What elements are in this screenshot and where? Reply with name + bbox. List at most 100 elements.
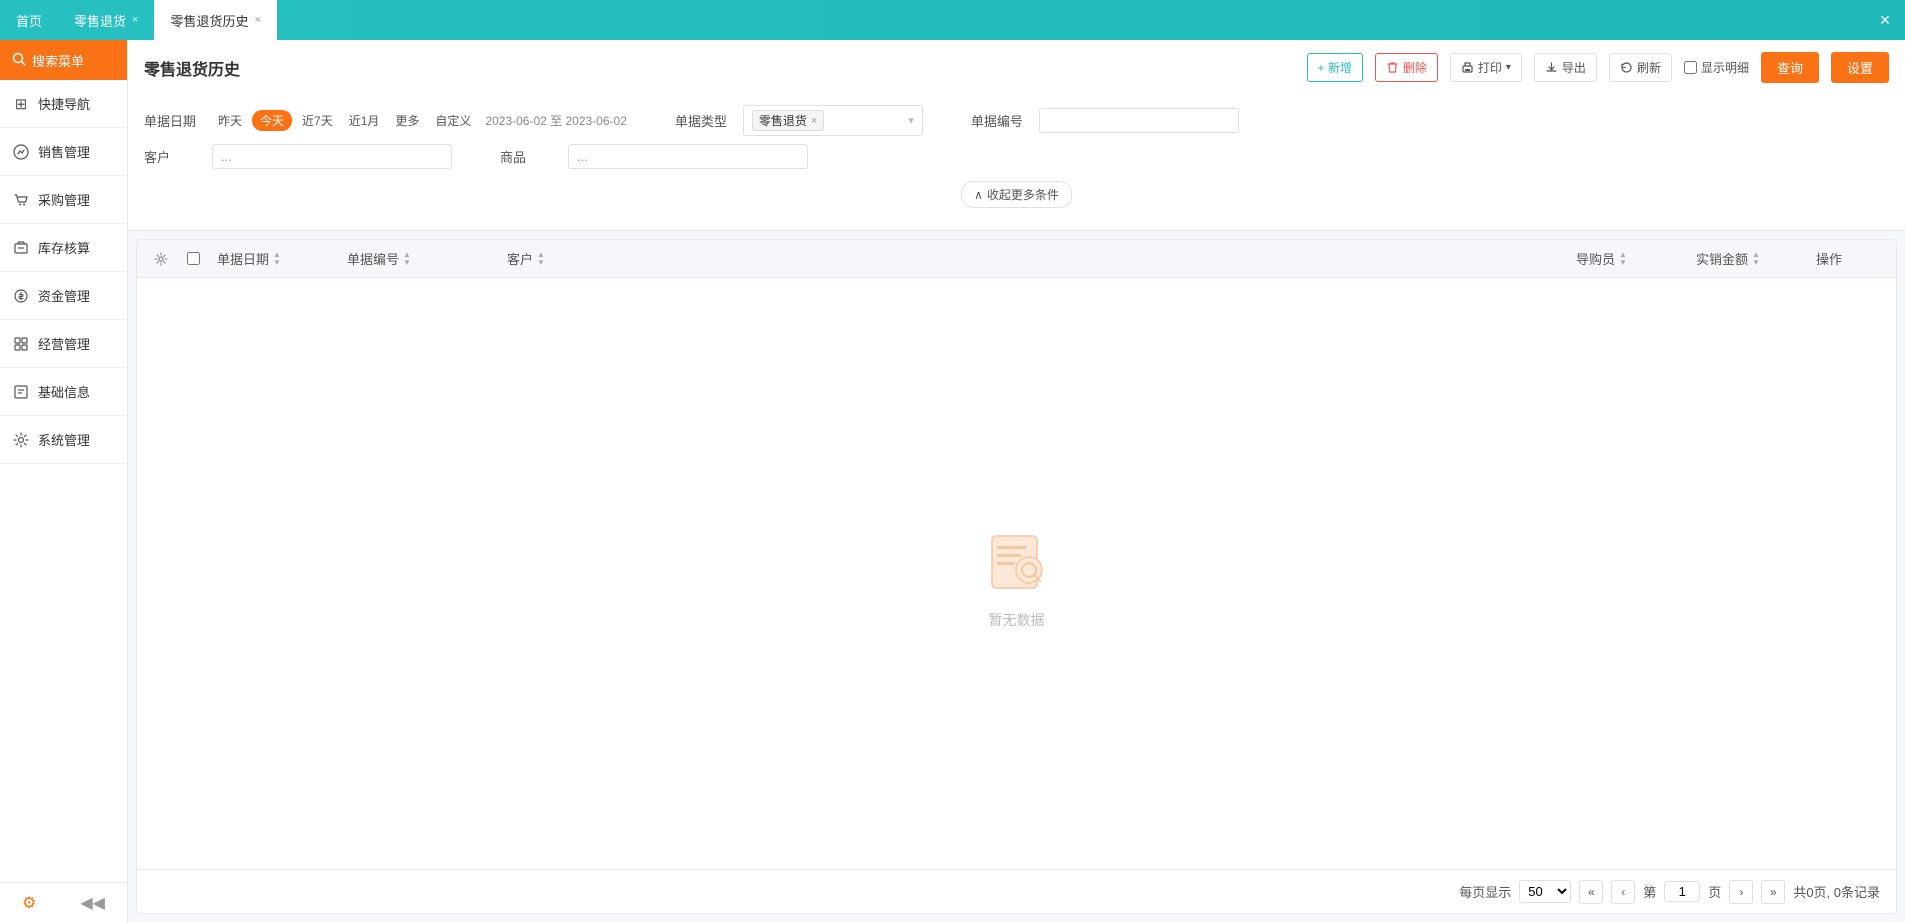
sidebar-search-label: 搜索菜单: [32, 51, 84, 70]
print-button[interactable]: 打印 ▾: [1450, 53, 1522, 82]
th-amount[interactable]: 实销金额 ▲▼: [1688, 249, 1808, 268]
date-btn-custom[interactable]: 自定义: [429, 110, 477, 131]
purchase-mgmt-icon: [12, 191, 30, 209]
sidebar-item-finance-label: 资金管理: [38, 286, 90, 305]
th-action-label: 操作: [1816, 249, 1842, 268]
customer-filter-select[interactable]: ...: [212, 144, 452, 169]
delete-button[interactable]: 删除: [1375, 53, 1438, 82]
sidebar-item-operation[interactable]: 经营管理: [0, 320, 127, 368]
delete-label: 删除: [1403, 59, 1427, 76]
th-customer-label: 客户: [507, 249, 533, 268]
th-date[interactable]: 单据日期 ▲▼: [209, 249, 339, 268]
type-filter-select[interactable]: 零售退货 × ▾: [743, 105, 923, 136]
sidebar-item-sales-mgmt-label: 销售管理: [38, 142, 90, 161]
page-input[interactable]: [1664, 881, 1700, 902]
customer-filter-label: 客户: [144, 147, 204, 166]
basic-info-icon: [12, 383, 30, 401]
type-tag-label: 零售退货: [759, 112, 807, 129]
refresh-button[interactable]: 刷新: [1609, 53, 1672, 82]
sales-mgmt-icon: [12, 143, 30, 161]
show-detail-checkbox-label[interactable]: 显示明细: [1684, 59, 1749, 76]
date-btn-more[interactable]: 更多: [389, 110, 425, 131]
print-icon: [1461, 61, 1474, 74]
date-btn-today[interactable]: 今天: [252, 110, 292, 131]
filter-row-customer: 客户 ... 商品 ...: [144, 144, 1889, 169]
type-select-chevron: ▾: [908, 114, 914, 127]
window-close-button[interactable]: ×: [1865, 0, 1905, 40]
show-detail-label: 显示明细: [1701, 59, 1749, 76]
tab-home[interactable]: 首页: [0, 0, 58, 40]
tab-list: 首页 零售退货 × 零售退货历史 ×: [0, 0, 1865, 40]
date-range-display: 2023-06-02 至 2023-06-02: [485, 112, 626, 129]
th-date-label: 单据日期: [217, 249, 269, 268]
settings-button[interactable]: 设置: [1831, 52, 1889, 83]
sidebar-settings-button[interactable]: ⚙: [22, 893, 36, 913]
th-number[interactable]: 单据编号 ▲▼: [339, 249, 499, 268]
delete-icon: [1386, 61, 1399, 74]
goods-filter-label: 商品: [500, 147, 560, 166]
number-filter-input[interactable]: [1039, 108, 1239, 133]
quick-nav-icon: ⊞: [12, 95, 30, 113]
query-button[interactable]: 查询: [1761, 52, 1819, 83]
sort-arrows-number: ▲▼: [403, 251, 411, 267]
type-tag-close[interactable]: ×: [811, 115, 817, 127]
th-checkbox[interactable]: [177, 252, 209, 265]
date-filter-label: 单据日期: [144, 111, 204, 130]
sidebar-item-sales-mgmt[interactable]: 销售管理: [0, 128, 127, 176]
sidebar-item-inventory[interactable]: 库存核算: [0, 224, 127, 272]
pagination: 每页显示 50 10 20 100 « ‹ 第 页 › » 共0页, 0条记录: [137, 869, 1896, 913]
empty-state-icon: [977, 518, 1057, 598]
first-page-button[interactable]: «: [1579, 880, 1603, 904]
next-page-button[interactable]: ›: [1729, 880, 1753, 904]
tab-retail-return-history-close[interactable]: ×: [254, 14, 260, 26]
goods-filter-select[interactable]: ...: [568, 144, 808, 169]
tab-retail-return-history[interactable]: 零售退货历史 ×: [154, 0, 276, 40]
export-label: 导出: [1562, 59, 1586, 76]
inventory-icon: [12, 239, 30, 257]
tab-home-label: 首页: [16, 11, 42, 30]
sidebar-item-system-mgmt[interactable]: 系统管理: [0, 416, 127, 464]
prev-page-button[interactable]: ‹: [1611, 880, 1635, 904]
date-btn-7days[interactable]: 近7天: [296, 110, 339, 131]
date-btn-yesterday[interactable]: 昨天: [212, 110, 248, 131]
page-header-top: 零售退货历史 + 新增 删除: [144, 52, 1889, 83]
th-guide[interactable]: 导购员 ▲▼: [1568, 249, 1688, 268]
print-label: 打印: [1478, 59, 1502, 76]
last-page-button[interactable]: »: [1761, 880, 1785, 904]
export-button[interactable]: 导出: [1534, 53, 1597, 82]
sidebar-item-quick-nav[interactable]: ⊞ 快捷导航: [0, 80, 127, 128]
sidebar-item-basic-info[interactable]: 基础信息: [0, 368, 127, 416]
new-button[interactable]: + 新增: [1307, 53, 1363, 82]
content-area: 零售退货历史 + 新增 删除: [128, 40, 1905, 922]
date-shortcuts: 昨天 今天 近7天 近1月 更多 自定义: [212, 110, 477, 131]
refresh-label: 刷新: [1637, 59, 1661, 76]
export-icon: [1545, 61, 1558, 74]
tab-retail-return-close[interactable]: ×: [132, 14, 138, 26]
sidebar-item-basic-info-label: 基础信息: [38, 382, 90, 401]
number-filter-label: 单据编号: [971, 111, 1031, 130]
th-customer[interactable]: 客户 ▲▼: [499, 249, 1568, 268]
per-page-select[interactable]: 50 10 20 100: [1519, 880, 1571, 903]
show-detail-checkbox[interactable]: [1684, 61, 1697, 74]
header-actions: + 新增 删除 打印 ▾: [1307, 52, 1889, 83]
th-settings[interactable]: [145, 252, 177, 266]
sidebar-item-purchase-mgmt[interactable]: 采购管理: [0, 176, 127, 224]
sidebar-sound-button[interactable]: ◀◀: [80, 893, 105, 913]
page-go-unit: 页: [1708, 882, 1721, 901]
table-container: 单据日期 ▲▼ 单据编号 ▲▼ 客户 ▲▼ 导购员 ▲▼ 实销金额 ▲▼: [136, 239, 1897, 914]
collapse-label: 收起更多条件: [987, 186, 1059, 203]
empty-state: 暂无数据: [137, 278, 1896, 869]
sidebar-item-finance[interactable]: 资金管理: [0, 272, 127, 320]
collapse-filter-button[interactable]: ∧ 收起更多条件: [961, 181, 1072, 208]
date-btn-1month[interactable]: 近1月: [343, 110, 386, 131]
select-all-checkbox[interactable]: [187, 252, 200, 265]
sort-arrows-guide: ▲▼: [1619, 251, 1627, 267]
operation-icon: [12, 335, 30, 353]
collapse-icon: ∧: [974, 188, 983, 202]
sidebar-search[interactable]: 搜索菜单: [0, 40, 127, 80]
filter-row-date: 单据日期 昨天 今天 近7天 近1月 更多 自定义 2023-06-02 至 2…: [144, 105, 1889, 136]
sort-arrows-customer: ▲▼: [537, 251, 545, 267]
tab-retail-return[interactable]: 零售退货 ×: [58, 0, 154, 40]
th-amount-label: 实销金额: [1696, 249, 1748, 268]
main-layout: 搜索菜单 ⊞ 快捷导航 销售管理: [0, 40, 1905, 922]
